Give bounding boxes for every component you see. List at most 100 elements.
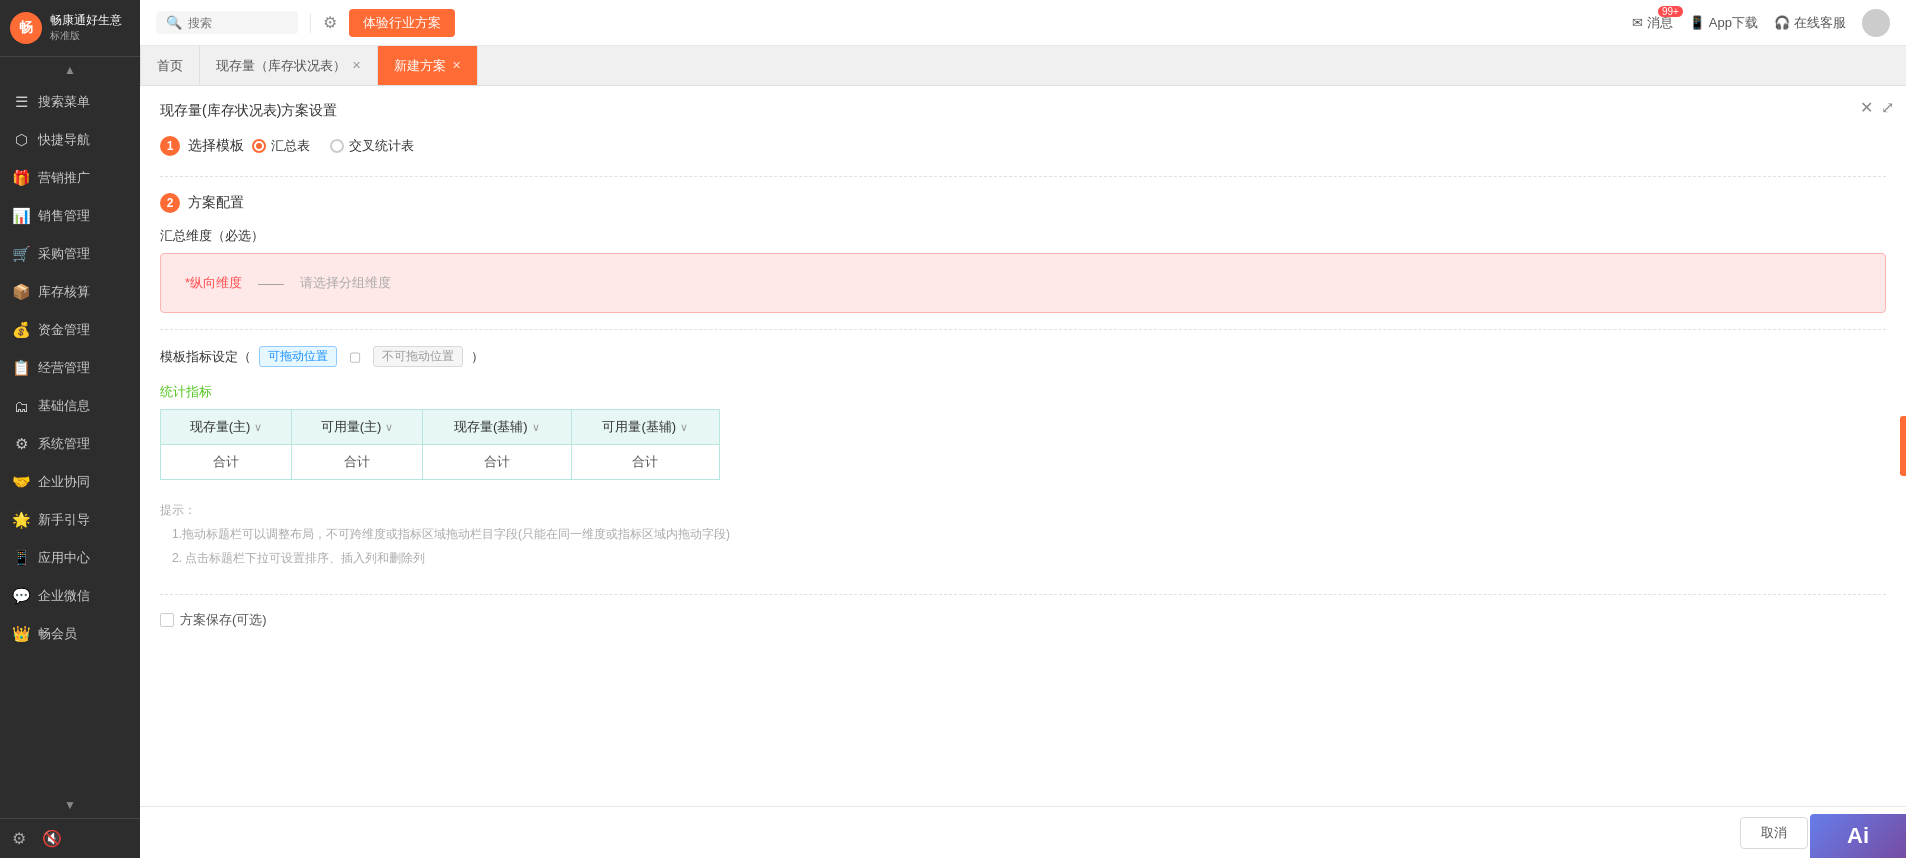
indicator-sep: ▢: [349, 349, 361, 364]
sidebar-item-wechat[interactable]: 💬 企业微信: [0, 577, 140, 615]
radio-summary-circle: [252, 139, 266, 153]
indicator-label-row: 模板指标设定（ 可拖动位置 ▢ 不可拖动位置 ）: [160, 346, 1886, 367]
topbar-right: ✉ 消息 99+ 📱 App下载 🎧 在线客服: [1632, 9, 1890, 37]
radio-cross[interactable]: 交叉统计表: [330, 137, 414, 155]
tab-new-scheme-close-icon[interactable]: ✕: [452, 59, 461, 72]
tip1: 1.拖动标题栏可以调整布局，不可跨维度或指标区域拖动栏目字段(只能在同一维度或指…: [172, 522, 1886, 546]
col-chevron-0: ∨: [254, 421, 262, 434]
sidebar-item-marketing[interactable]: 🎁 营销推广: [0, 159, 140, 197]
service-label: 在线客服: [1794, 14, 1846, 32]
col-sub-3: 合计: [571, 445, 720, 480]
sidebar-scroll-down[interactable]: ▼: [0, 792, 140, 818]
content-area: ✕ ⤢ 现存量(库存状况表)方案设置 1 选择模板 汇总表: [140, 86, 1906, 806]
message-icon: ✉: [1632, 15, 1643, 30]
sidebar-item-member[interactable]: 👑 畅会员: [0, 615, 140, 653]
step1-section: 1 选择模板 汇总表 交叉统计表: [160, 136, 1886, 156]
col-header-2[interactable]: 现存量(基辅) ∨: [423, 410, 571, 445]
expand-panel-button[interactable]: ⤢: [1881, 98, 1894, 117]
finance-icon: 💰: [12, 321, 30, 339]
step2-section: 2 方案配置 汇总维度（必选） *纵向维度 —— 请选择分组维度 模板指标设定（…: [160, 193, 1886, 629]
content-inner: 现存量(库存状况表)方案设置 1 选择模板 汇总表 交叉统计表: [140, 86, 1906, 665]
col-header-0[interactable]: 现存量(主) ∨: [161, 410, 292, 445]
tab-inventory-close-icon[interactable]: ✕: [352, 59, 361, 72]
col-sub-2: 合计: [423, 445, 571, 480]
tab-new-scheme[interactable]: 新建方案 ✕: [378, 46, 478, 85]
sidebar-item-newbie[interactable]: 🌟 新手引导: [0, 501, 140, 539]
sidebar-logo: 畅 畅康通好生意 标准版: [0, 0, 140, 57]
dimension-section-title: 汇总维度（必选）: [160, 228, 264, 243]
footer: 取消 查询: [140, 806, 1906, 858]
sidebar-item-search[interactable]: ☰ 搜索菜单: [0, 83, 140, 121]
col-header-3[interactable]: 可用量(基辅) ∨: [571, 410, 720, 445]
sidebar-item-quick-nav[interactable]: ⬡ 快捷导航: [0, 121, 140, 159]
tabbar: 首页 现存量（库存状况表） ✕ 新建方案 ✕: [140, 46, 1906, 86]
sidebar-scroll-up[interactable]: ▲: [0, 57, 140, 83]
draggable-badge: 可拖动位置: [259, 346, 337, 367]
col-header-1[interactable]: 可用量(主) ∨: [292, 410, 423, 445]
ai-badge[interactable]: Ai: [1810, 814, 1906, 858]
step1-divider: [160, 176, 1886, 177]
message-button[interactable]: ✉ 消息 99+: [1632, 14, 1673, 32]
member-icon: 👑: [12, 625, 30, 643]
sidebar-item-label: 系统管理: [38, 435, 90, 453]
settings-icon[interactable]: ⚙: [12, 829, 26, 848]
topbar-search-box[interactable]: 🔍: [156, 11, 298, 34]
tab-inventory-status[interactable]: 现存量（库存状况表） ✕: [200, 46, 378, 85]
sidebar-item-label: 营销推广: [38, 169, 90, 187]
sound-icon[interactable]: 🔇: [42, 829, 62, 848]
message-badge: 99+: [1658, 6, 1683, 17]
system-icon: ⚙: [12, 435, 30, 453]
step1-title: 选择模板: [188, 137, 244, 155]
search-icon: 🔍: [166, 15, 182, 30]
tips-title: 提示：: [160, 498, 1886, 522]
sidebar-item-basic-info[interactable]: 🗂 基础信息: [0, 387, 140, 425]
radio-summary[interactable]: 汇总表: [252, 137, 310, 155]
save-option-label: 方案保存(可选): [180, 611, 267, 629]
cancel-button[interactable]: 取消: [1740, 817, 1808, 849]
panel-controls: ✕ ⤢: [1860, 98, 1894, 117]
close-panel-button[interactable]: ✕: [1860, 98, 1873, 117]
save-divider: [160, 594, 1886, 595]
tab-inventory-label: 现存量（库存状况表）: [216, 57, 346, 75]
tab-home[interactable]: 首页: [140, 46, 200, 85]
online-service-button[interactable]: 🎧 在线客服: [1774, 14, 1846, 32]
stats-section-label: 统计指标: [160, 383, 1886, 401]
purchase-icon: 🛒: [12, 245, 30, 263]
topbar-divider: [310, 13, 311, 33]
sidebar-bottom: ⚙ 🔇: [0, 818, 140, 858]
gear-button[interactable]: ⚙: [323, 13, 337, 32]
sidebar-item-label: 销售管理: [38, 207, 90, 225]
logo-text: 畅康通好生意 标准版: [50, 13, 122, 43]
sidebar-item-management[interactable]: 📋 经营管理: [0, 349, 140, 387]
enterprise-icon: 🤝: [12, 473, 30, 491]
save-checkbox[interactable]: [160, 613, 174, 627]
dimension-area[interactable]: *纵向维度 —— 请选择分组维度: [160, 253, 1886, 313]
search-input[interactable]: [188, 16, 288, 30]
orange-scroll-tab: [1900, 416, 1906, 476]
col-sub-1: 合计: [292, 445, 423, 480]
sidebar-item-app-center[interactable]: 📱 应用中心: [0, 539, 140, 577]
indicator-settings: 模板指标设定（ 可拖动位置 ▢ 不可拖动位置 ）: [160, 346, 1886, 367]
sidebar-item-label: 企业协同: [38, 473, 90, 491]
app-center-icon: 📱: [12, 549, 30, 567]
sidebar-item-label: 采购管理: [38, 245, 90, 263]
sidebar-item-label: 畅会员: [38, 625, 77, 643]
indicator-label-pre: 模板指标设定（: [160, 348, 251, 366]
user-avatar[interactable]: [1862, 9, 1890, 37]
col-label-2: 现存量(基辅): [454, 418, 528, 436]
topbar: 🔍 ⚙ 体验行业方案 ✉ 消息 99+ 📱 App下载 🎧 在线客服: [140, 0, 1906, 46]
industry-solution-button[interactable]: 体验行业方案: [349, 9, 455, 37]
app-download-button[interactable]: 📱 App下载: [1689, 14, 1758, 32]
sidebar-item-enterprise[interactable]: 🤝 企业协同: [0, 463, 140, 501]
sidebar-item-finance[interactable]: 💰 资金管理: [0, 311, 140, 349]
sidebar-item-inventory[interactable]: 📦 库存核算: [0, 273, 140, 311]
stats-row: 合计 合计 合计 合计: [161, 445, 720, 480]
sales-icon: 📊: [12, 207, 30, 225]
app-name: 畅康通好生意: [50, 13, 122, 29]
app-download-icon: 📱: [1689, 15, 1705, 30]
sidebar-item-system[interactable]: ⚙ 系统管理: [0, 425, 140, 463]
stats-section: 统计指标 现存量(主) ∨: [160, 383, 1886, 480]
sidebar-item-purchase[interactable]: 🛒 采购管理: [0, 235, 140, 273]
management-icon: 📋: [12, 359, 30, 377]
sidebar-item-sales[interactable]: 📊 销售管理: [0, 197, 140, 235]
